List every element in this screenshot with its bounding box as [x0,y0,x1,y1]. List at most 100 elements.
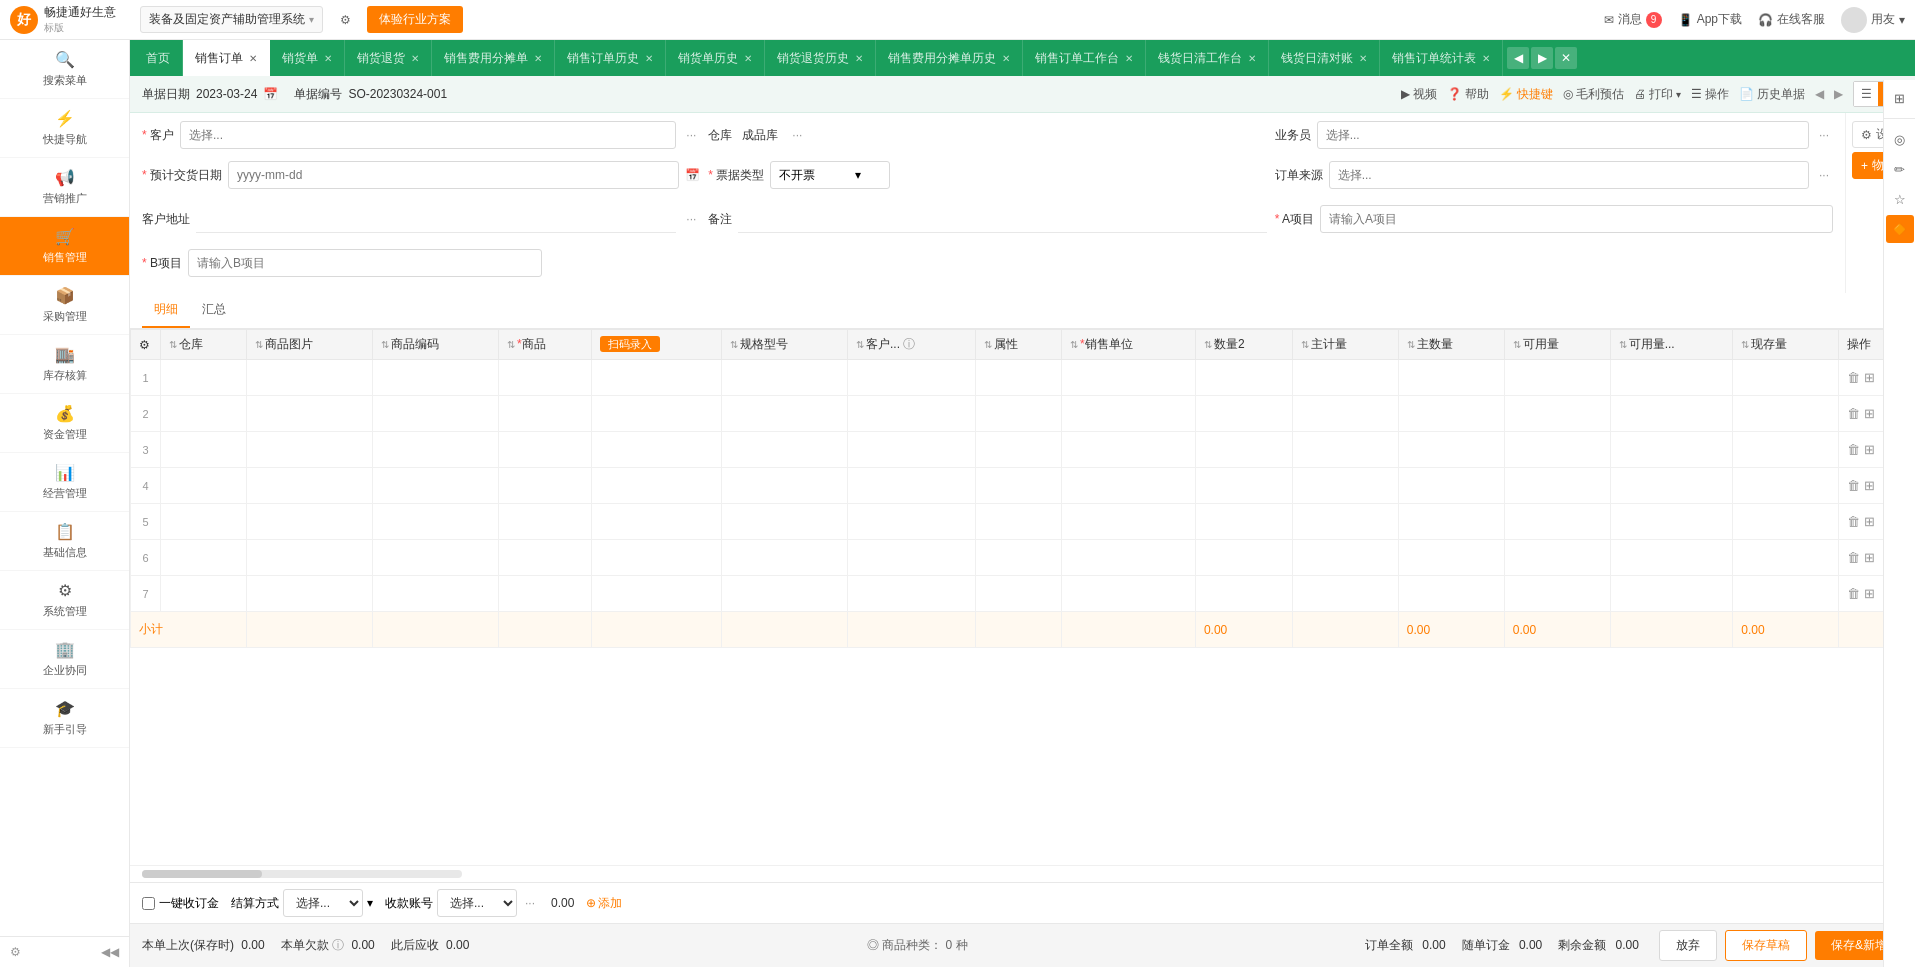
tab-order-history[interactable]: 销售订单历史 ✕ [555,40,666,76]
tab-sales-order[interactable]: 销售订单 ✕ [183,40,270,76]
industry-btn[interactable]: 体验行业方案 [367,6,463,33]
prev-doc-btn[interactable]: ◀ [1815,87,1824,101]
auto-collect-checkbox[interactable] [142,897,155,910]
row-copy-icon[interactable]: ⊞ [1864,550,1875,565]
tab-close-icon[interactable]: ✕ [744,53,752,64]
row-delete-icon[interactable]: 🗑 [1847,550,1860,565]
row-delete-icon[interactable]: 🗑 [1847,406,1860,421]
view-btn[interactable]: ▶ 视频 [1401,86,1437,103]
a-project-input[interactable] [1320,205,1833,233]
print-btn[interactable]: 🖨 打印 ▾ [1634,86,1681,103]
column-settings-icon[interactable]: ⚙ [139,338,150,352]
tab-close-icon[interactable]: ✕ [1248,53,1256,64]
sort-icon[interactable]: ⇅ [1301,339,1309,350]
row-delete-icon[interactable]: 🗑 [1847,514,1860,529]
save-draft-button[interactable]: 保存草稿 [1725,930,1807,961]
tab-menu-btn[interactable]: ✕ [1555,47,1577,69]
sort-icon[interactable]: ⇅ [1407,339,1415,350]
tab-return-history[interactable]: 销货退货历史 ✕ [765,40,876,76]
row-copy-icon[interactable]: ⊞ [1864,586,1875,601]
row-delete-icon[interactable]: 🗑 [1847,442,1860,457]
sort-icon[interactable]: ⇅ [1619,339,1627,350]
sort-icon[interactable]: ⇅ [169,339,177,350]
tab-stats[interactable]: 销售订单统计表 ✕ [1380,40,1503,76]
tab-close-icon[interactable]: ✕ [645,53,653,64]
system-selector[interactable]: 装备及固定资产辅助管理系统 ▾ [140,6,323,33]
sort-icon[interactable]: ⇅ [1204,339,1212,350]
address-more-btn[interactable]: ··· [682,212,700,226]
sidebar-item-finance[interactable]: 💰 资金管理 [0,394,129,453]
row-copy-icon[interactable]: ⊞ [1864,406,1875,421]
user-item[interactable]: 用友 ▾ [1841,7,1905,33]
sidebar-item-purchase[interactable]: 📦 采购管理 [0,276,129,335]
discard-button[interactable]: 放弃 [1659,930,1717,961]
address-field[interactable] [196,205,676,233]
tab-next-btn[interactable]: ▶ [1531,47,1553,69]
tab-sales-slip[interactable]: 销货单 ✕ [270,40,345,76]
calendar-icon[interactable]: 📅 [263,87,278,101]
sidebar-item-marketing[interactable]: 📢 营销推广 [0,158,129,217]
tab-cash-reconcile[interactable]: 钱货日清对账 ✕ [1269,40,1380,76]
app-download-item[interactable]: 📱 App下载 [1678,11,1742,28]
tab-order-workbench[interactable]: 销售订单工作台 ✕ [1023,40,1146,76]
row-copy-icon[interactable]: ⊞ [1864,478,1875,493]
scroll-track[interactable] [142,870,462,878]
tab-fee-history[interactable]: 销售费用分摊单历史 ✕ [876,40,1023,76]
th-settings[interactable]: ⚙ [131,330,161,360]
sidebar-item-enterprise[interactable]: 🏢 企业协同 [0,630,129,689]
delivery-calendar-icon[interactable]: 📅 [685,168,700,182]
warehouse-more-btn[interactable]: ··· [788,128,806,142]
sidebar-collapse-icon[interactable]: ◀◀ [101,945,119,959]
tab-close-icon[interactable]: ✕ [324,53,332,64]
tab-close-icon[interactable]: ✕ [1482,53,1490,64]
sort-icon[interactable]: ⇅ [984,339,992,350]
sort-icon[interactable]: ⇅ [856,339,864,350]
profit-btn[interactable]: ◎ 毛利预估 [1563,86,1624,103]
float-btn-circle[interactable]: ◎ [1886,125,1914,153]
operate-btn[interactable]: ☰ 操作 [1691,86,1729,103]
sort-icon[interactable]: ⇅ [381,339,389,350]
tab-fee-split[interactable]: 销售费用分摊单 ✕ [432,40,555,76]
sidebar-gear-icon[interactable]: ⚙ [10,945,21,959]
sort-icon[interactable]: ⇅ [730,339,738,350]
row-copy-icon[interactable]: ⊞ [1864,370,1875,385]
tab-close-icon[interactable]: ✕ [534,53,542,64]
row-delete-icon[interactable]: 🗑 [1847,478,1860,493]
sidebar-item-system[interactable]: ⚙ 系统管理 [0,571,129,630]
tab-summary[interactable]: 汇总 [190,293,238,328]
help-btn[interactable]: ❓ 帮助 [1447,86,1489,103]
float-btn-grid[interactable]: ⊞ [1886,84,1914,112]
tab-close-icon[interactable]: ✕ [1359,53,1367,64]
scan-enter-btn[interactable]: 扫码录入 [600,336,660,352]
row-copy-icon[interactable]: ⊞ [1864,442,1875,457]
tab-prev-btn[interactable]: ◀ [1507,47,1529,69]
float-btn-star[interactable]: ☆ [1886,185,1914,213]
settings-button[interactable]: ⚙ [331,6,359,34]
tab-slip-history[interactable]: 销货单历史 ✕ [666,40,765,76]
bank-account-select[interactable]: 选择... [437,889,517,917]
tab-close-icon[interactable]: ✕ [855,53,863,64]
sidebar-item-newbie[interactable]: 🎓 新手引导 [0,689,129,748]
staff-input[interactable] [1317,121,1809,149]
ticket-select[interactable]: 不开票 ▾ [770,161,890,189]
history-btn[interactable]: 📄 历史单据 [1739,86,1805,103]
add-link[interactable]: ⊕ 添加 [586,895,622,912]
list-view-btn[interactable]: ☰ [1854,82,1878,106]
next-doc-btn[interactable]: ▶ [1834,87,1843,101]
sort-icon[interactable]: ⇅ [1513,339,1521,350]
customer-more-btn[interactable]: ··· [682,128,700,142]
tab-return[interactable]: 销货退货 ✕ [345,40,432,76]
row-copy-icon[interactable]: ⊞ [1864,514,1875,529]
delivery-date-input[interactable] [228,161,679,189]
sort-icon[interactable]: ⇅ [507,339,515,350]
source-more-btn[interactable]: ··· [1815,168,1833,182]
sort-icon[interactable]: ⇅ [255,339,263,350]
remark-field[interactable] [738,205,1266,233]
float-btn-orange[interactable]: 🔶 [1886,215,1914,243]
bank-more-btn[interactable]: ··· [521,896,539,910]
sidebar-item-inventory[interactable]: 🏬 库存核算 [0,335,129,394]
tab-homepage[interactable]: 首页 [134,40,183,76]
tab-close-icon[interactable]: ✕ [249,53,257,64]
sidebar-item-operation[interactable]: 📊 经营管理 [0,453,129,512]
auto-collect-check[interactable]: 一键收订金 [142,895,219,912]
